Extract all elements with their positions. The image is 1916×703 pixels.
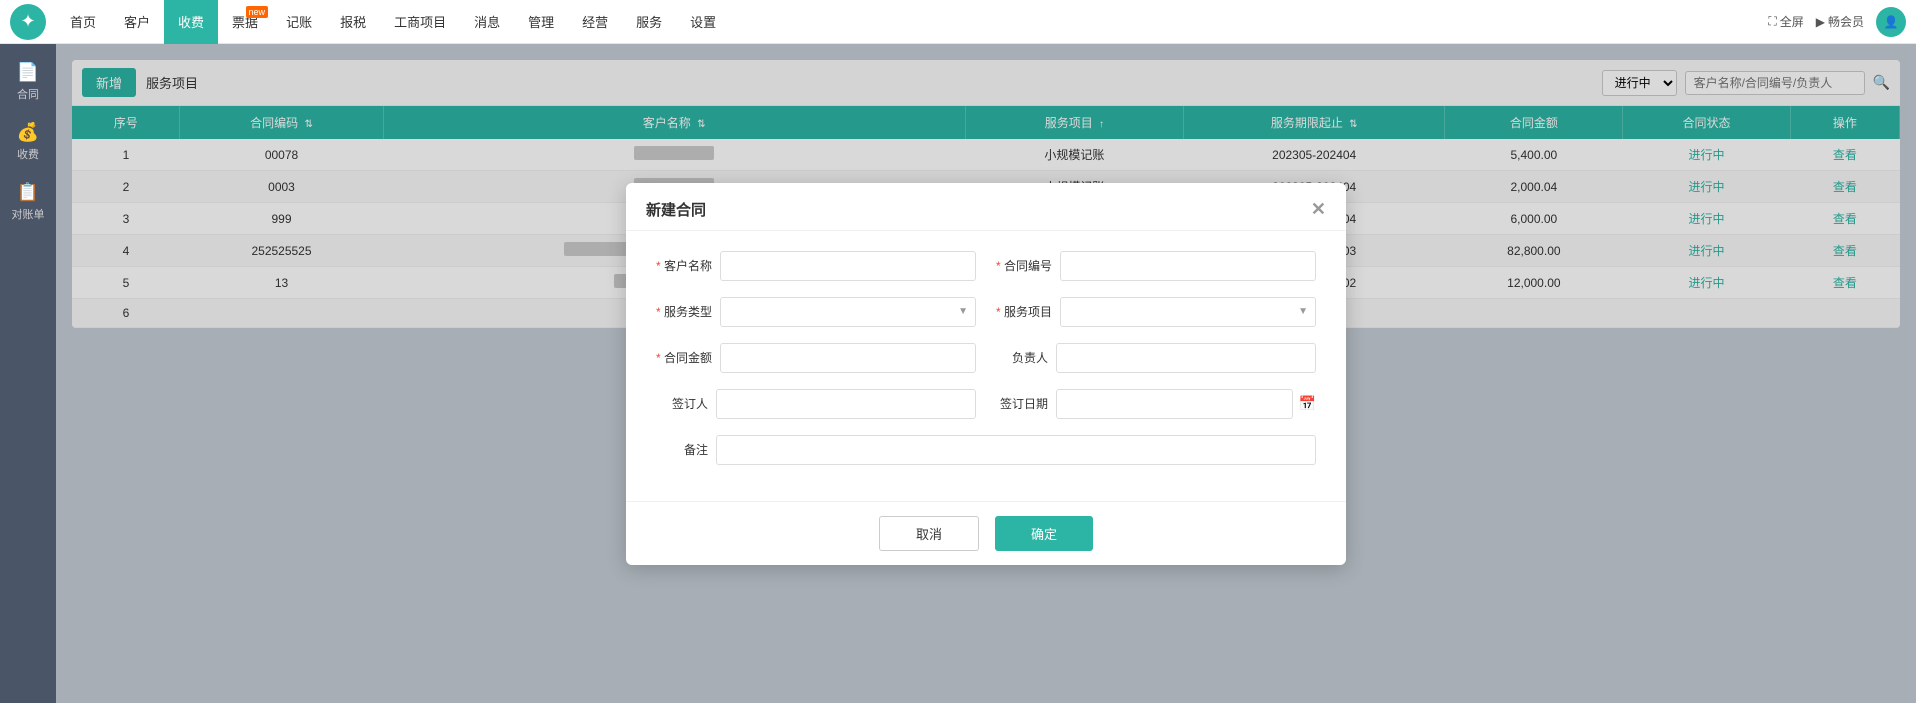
nav-accounting[interactable]: 记账 bbox=[272, 0, 326, 44]
avatar[interactable]: 👤 bbox=[1876, 7, 1906, 37]
receipts-icon: 💰 bbox=[17, 122, 39, 143]
sidebar-item-statement[interactable]: 📋 对账单 bbox=[3, 174, 53, 230]
nav-receipts[interactable]: 收费 bbox=[164, 0, 218, 44]
fullscreen-icon: ⛶ bbox=[1768, 14, 1776, 29]
modal-close-button[interactable]: ✕ bbox=[1311, 200, 1326, 218]
nav-menu: 首页 客户 收费 票据 new 记账 报税 工商项目 消息 管理 经营 服务 设… bbox=[56, 0, 1768, 44]
main-content: 新增 服务项目 进行中 已结束 全部 🔍 序号 合同编码 bbox=[56, 44, 1916, 703]
contract-icon: 📄 bbox=[17, 62, 39, 83]
service-type-select[interactable] bbox=[720, 297, 976, 327]
signatory-input[interactable] bbox=[716, 389, 976, 419]
remark-label: 备注 bbox=[656, 441, 708, 458]
nav-tax[interactable]: 报税 bbox=[326, 0, 380, 44]
nav-operations[interactable]: 经营 bbox=[568, 0, 622, 44]
field-remark: 备注 bbox=[656, 435, 1316, 465]
new-badge: new bbox=[246, 6, 269, 18]
field-contract-no: 合同编号 bbox=[996, 251, 1316, 281]
field-responsible-person: 负责人 bbox=[996, 343, 1316, 373]
form-row-1: 客户名称 合同编号 bbox=[656, 251, 1316, 281]
nav-customers[interactable]: 客户 bbox=[110, 0, 164, 44]
confirm-button[interactable]: 确定 bbox=[995, 516, 1093, 551]
service-item-label: 服务项目 bbox=[996, 303, 1052, 320]
modal-title: 新建合同 bbox=[646, 199, 706, 220]
sign-date-label: 签订日期 bbox=[996, 395, 1048, 412]
form-row-4: 签订人 签订日期 2023-06-06 📅 bbox=[656, 389, 1316, 419]
field-contract-amount: 合同金额 0.00 bbox=[656, 343, 976, 373]
statement-icon: 📋 bbox=[17, 182, 39, 203]
member-button[interactable]: ▶ 畅会员 bbox=[1816, 13, 1864, 30]
responsible-person-input[interactable] bbox=[1056, 343, 1316, 373]
top-navigation: ✦ 首页 客户 收费 票据 new 记账 报税 工商项目 消息 管理 经营 服务… bbox=[0, 0, 1916, 44]
sidebar: 📄 合同 💰 收费 📋 对账单 bbox=[0, 44, 56, 703]
nav-business[interactable]: 工商项目 bbox=[380, 0, 460, 44]
modal-footer: 取消 确定 bbox=[626, 501, 1346, 565]
responsible-person-label: 负责人 bbox=[996, 349, 1048, 366]
service-type-label: 服务类型 bbox=[656, 303, 712, 320]
calendar-icon[interactable]: 📅 bbox=[1299, 395, 1316, 412]
sign-date-wrapper: 2023-06-06 📅 bbox=[1056, 389, 1316, 419]
signatory-label: 签订人 bbox=[656, 395, 708, 412]
service-type-select-wrapper: ▼ bbox=[720, 297, 976, 327]
customer-name-input[interactable] bbox=[720, 251, 976, 281]
nav-management[interactable]: 管理 bbox=[514, 0, 568, 44]
contract-no-label: 合同编号 bbox=[996, 257, 1052, 274]
new-contract-modal: 新建合同 ✕ 客户名称 合同编号 bbox=[626, 183, 1346, 565]
nav-home[interactable]: 首页 bbox=[56, 0, 110, 44]
nav-settings[interactable]: 设置 bbox=[676, 0, 730, 44]
play-icon: ▶ bbox=[1816, 15, 1825, 29]
contract-amount-input[interactable]: 0.00 bbox=[720, 343, 976, 373]
remark-input[interactable] bbox=[716, 435, 1316, 465]
fullscreen-button[interactable]: ⛶ 全屏 bbox=[1768, 13, 1803, 30]
field-service-item: 服务项目 ▼ bbox=[996, 297, 1316, 327]
modal-body: 客户名称 合同编号 服务类型 bbox=[626, 231, 1346, 501]
app-logo: ✦ bbox=[10, 4, 46, 40]
cancel-button[interactable]: 取消 bbox=[879, 516, 979, 551]
contract-no-input[interactable] bbox=[1060, 251, 1316, 281]
nav-right-area: ⛶ 全屏 ▶ 畅会员 👤 bbox=[1768, 7, 1906, 37]
service-item-select[interactable] bbox=[1060, 297, 1316, 327]
nav-messages[interactable]: 消息 bbox=[460, 0, 514, 44]
sidebar-item-receipts[interactable]: 💰 收费 bbox=[3, 114, 53, 170]
nav-invoices[interactable]: 票据 new bbox=[218, 0, 272, 44]
form-row-5: 备注 bbox=[656, 435, 1316, 465]
contract-amount-label: 合同金额 bbox=[656, 349, 712, 366]
field-sign-date: 签订日期 2023-06-06 📅 bbox=[996, 389, 1316, 419]
modal-header: 新建合同 ✕ bbox=[626, 183, 1346, 231]
nav-services[interactable]: 服务 bbox=[622, 0, 676, 44]
form-row-3: 合同金额 0.00 负责人 bbox=[656, 343, 1316, 373]
form-row-2: 服务类型 ▼ 服务项目 ▼ bbox=[656, 297, 1316, 327]
customer-name-label: 客户名称 bbox=[656, 257, 712, 274]
field-customer-name: 客户名称 bbox=[656, 251, 976, 281]
field-service-type: 服务类型 ▼ bbox=[656, 297, 976, 327]
sign-date-input[interactable]: 2023-06-06 bbox=[1056, 389, 1293, 419]
field-signatory: 签订人 bbox=[656, 389, 976, 419]
sidebar-item-contract[interactable]: 📄 合同 bbox=[3, 54, 53, 110]
service-item-select-wrapper: ▼ bbox=[1060, 297, 1316, 327]
modal-overlay: 新建合同 ✕ 客户名称 合同编号 bbox=[56, 44, 1916, 703]
